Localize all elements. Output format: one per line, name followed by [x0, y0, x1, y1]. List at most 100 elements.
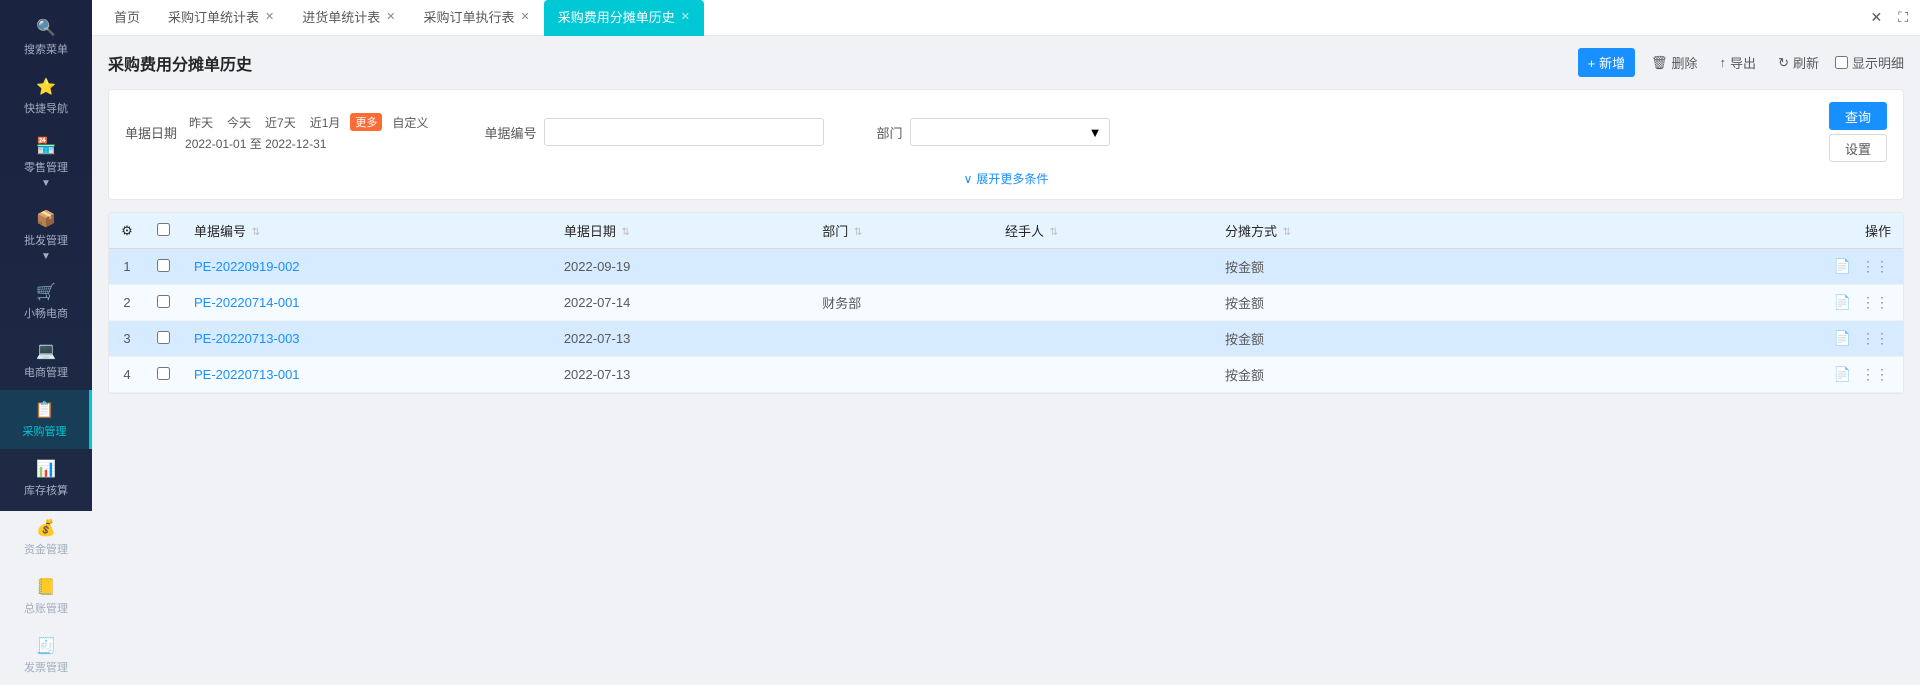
row-dept: [810, 249, 993, 285]
row-checkbox[interactable]: [157, 259, 170, 272]
view-action-icon[interactable]: 📄: [1832, 256, 1853, 277]
view-action-icon[interactable]: 📄: [1832, 328, 1853, 349]
row-no: 4: [109, 357, 145, 393]
tab-purchase-split-history[interactable]: 采购费用分摊单历史 ✕: [544, 0, 704, 36]
th-split-method[interactable]: 分摊方式 ⇅: [1213, 213, 1813, 249]
number-field: 单据编号: [484, 118, 824, 146]
expand-conditions-btn[interactable]: ∨ 展开更多条件: [125, 170, 1887, 187]
page-title: 采购费用分摊单历史: [108, 51, 252, 75]
tab-home[interactable]: 首页: [100, 0, 154, 36]
add-button[interactable]: + 新增: [1578, 48, 1635, 77]
more-action-icon[interactable]: ⋮⋮: [1859, 328, 1891, 349]
row-number-link[interactable]: PE-20220919-002: [194, 259, 300, 274]
close-all-tabs-icon[interactable]: ✕: [1866, 7, 1886, 28]
row-handler: [993, 249, 1213, 285]
date-range-display: 2022-01-01 至 2022-12-31: [185, 135, 432, 152]
chevron-down-icon: ∨: [964, 172, 973, 186]
sidebar-item-retail[interactable]: 🏪 零售管理 ▼: [0, 126, 92, 199]
dept-field: 部门 ▼: [876, 118, 1110, 146]
data-table: ⚙ 单据编号 ⇅ 单据日期 ⇅: [109, 213, 1903, 393]
close-tab-inbound-stats[interactable]: ✕: [386, 10, 395, 23]
view-action-icon[interactable]: 📄: [1832, 292, 1853, 313]
th-settings[interactable]: ⚙: [109, 213, 145, 249]
row-no: 2: [109, 285, 145, 321]
search-buttons: 查询 设置: [1829, 102, 1887, 162]
chart-icon: 📊: [36, 459, 56, 479]
refresh-button[interactable]: ↻ 刷新: [1772, 49, 1825, 76]
sort-icon: ⇅: [252, 227, 260, 238]
chevron-down-icon: ▼: [41, 251, 51, 262]
th-date[interactable]: 单据日期 ⇅: [552, 213, 810, 249]
row-date: 2022-07-13: [552, 321, 810, 357]
sidebar-item-capital[interactable]: 💰 资金管理: [0, 508, 92, 567]
th-number[interactable]: 单据编号 ⇅: [182, 213, 552, 249]
date-shortcuts: 昨天 今天 近7天 近1月 更多 自定义 2022-01-01 至 2022-1…: [185, 113, 432, 152]
page-content: 采购费用分摊单历史 + 新增 🗑 删除 ↑ 导出 ↻ 刷新 显示明细: [92, 36, 1920, 511]
row-checkbox[interactable]: [157, 331, 170, 344]
custom-btn[interactable]: 自定义: [388, 113, 432, 132]
sidebar-item-ecommerce[interactable]: 💻 电商管理: [0, 331, 92, 390]
sidebar-item-wholesale[interactable]: 📦 批发管理 ▼: [0, 199, 92, 272]
sidebar-item-inventory[interactable]: 📊 库存核算: [0, 449, 92, 508]
row-number: PE-20220713-003: [182, 321, 552, 357]
row-split-method: 按金额: [1213, 321, 1813, 357]
shop-icon: 🏪: [36, 136, 56, 156]
sort-icon: ⇅: [621, 227, 629, 238]
row-split-method: 按金额: [1213, 249, 1813, 285]
sidebar-item-quick-nav[interactable]: ⭐ 快捷导航: [0, 67, 92, 126]
sidebar-item-invoice[interactable]: 🧾 发票管理: [0, 626, 92, 685]
page-header: 采购费用分摊单历史 + 新增 🗑 删除 ↑ 导出 ↻ 刷新 显示明细: [108, 48, 1904, 77]
dept-select[interactable]: ▼: [910, 118, 1110, 146]
sidebar-item-mini-shop[interactable]: 🛒 小畅电商: [0, 272, 92, 331]
tab-bar: 首页 采购订单统计表 ✕ 进货单统计表 ✕ 采购订单执行表 ✕ 采购费用分摊单历…: [92, 0, 1920, 36]
number-label: 单据编号: [484, 123, 536, 142]
last1month-btn[interactable]: 近1月: [306, 113, 345, 132]
more-action-icon[interactable]: ⋮⋮: [1859, 364, 1891, 385]
th-dept[interactable]: 部门 ⇅: [810, 213, 993, 249]
search-icon: 🔍: [36, 18, 56, 38]
last7days-btn[interactable]: 近7天: [261, 113, 300, 132]
close-tab-purchase-split-history[interactable]: ✕: [681, 10, 690, 23]
number-input[interactable]: [544, 118, 824, 146]
row-dept: [810, 357, 993, 393]
tab-inbound-stats[interactable]: 进货单统计表 ✕: [288, 0, 409, 36]
row-number: PE-20220714-001: [182, 285, 552, 321]
view-action-icon[interactable]: 📄: [1832, 364, 1853, 385]
row-actions: 📄 ⋮⋮: [1813, 249, 1903, 285]
table-row: 3 PE-20220713-003 2022-07-13 按金额: [109, 321, 1903, 357]
more-action-icon[interactable]: ⋮⋮: [1859, 256, 1891, 277]
settings-button[interactable]: 设置: [1829, 134, 1887, 162]
row-number-link[interactable]: PE-20220713-001: [194, 367, 300, 382]
row-number-link[interactable]: PE-20220714-001: [194, 295, 300, 310]
th-handler[interactable]: 经手人 ⇅: [993, 213, 1213, 249]
delete-icon: 🗑: [1651, 55, 1668, 71]
sidebar-item-ledger[interactable]: 📒 总账管理: [0, 567, 92, 626]
select-all-checkbox[interactable]: [157, 223, 170, 236]
row-actions: 📄 ⋮⋮: [1813, 357, 1903, 393]
today-btn[interactable]: 今天: [223, 113, 255, 132]
row-checkbox[interactable]: [157, 367, 170, 380]
date-field: 单据日期 昨天 今天 近7天 近1月 更多 自定义 2022-01-01 至 2…: [125, 113, 432, 152]
show-columns-toggle[interactable]: 显示明细: [1835, 53, 1904, 72]
export-button[interactable]: ↑ 导出: [1714, 49, 1763, 76]
row-number-link[interactable]: PE-20220713-003: [194, 331, 300, 346]
show-columns-checkbox[interactable]: [1835, 56, 1848, 69]
date-label: 单据日期: [125, 123, 177, 142]
tab-purchase-stats[interactable]: 采购订单统计表 ✕: [154, 0, 288, 36]
sidebar-item-search[interactable]: 🔍 搜索菜单: [0, 8, 92, 67]
table-body: 1 PE-20220919-002 2022-09-19 按金额: [109, 249, 1903, 393]
delete-button[interactable]: 🗑 删除: [1645, 49, 1704, 76]
sidebar-item-purchase[interactable]: 📋 采购管理: [0, 390, 92, 449]
more-btn[interactable]: 更多: [350, 113, 382, 131]
table-row: 4 PE-20220713-001 2022-07-13 按金额: [109, 357, 1903, 393]
close-tab-purchase-exec[interactable]: ✕: [521, 10, 530, 23]
tab-purchase-exec[interactable]: 采购订单执行表 ✕: [409, 0, 543, 36]
row-dept: 财务部: [810, 285, 993, 321]
yesterday-btn[interactable]: 昨天: [185, 113, 217, 132]
row-checkbox[interactable]: [157, 295, 170, 308]
query-button[interactable]: 查询: [1829, 102, 1887, 130]
close-tab-purchase-stats[interactable]: ✕: [265, 10, 274, 23]
more-action-icon[interactable]: ⋮⋮: [1859, 292, 1891, 313]
sidebar: 🔍 搜索菜单 ⭐ 快捷导航 🏪 零售管理 ▼ 📦 批发管理 ▼ 🛒 小畅电商 💻…: [0, 0, 92, 511]
maximize-icon[interactable]: ⛶: [1894, 7, 1912, 28]
